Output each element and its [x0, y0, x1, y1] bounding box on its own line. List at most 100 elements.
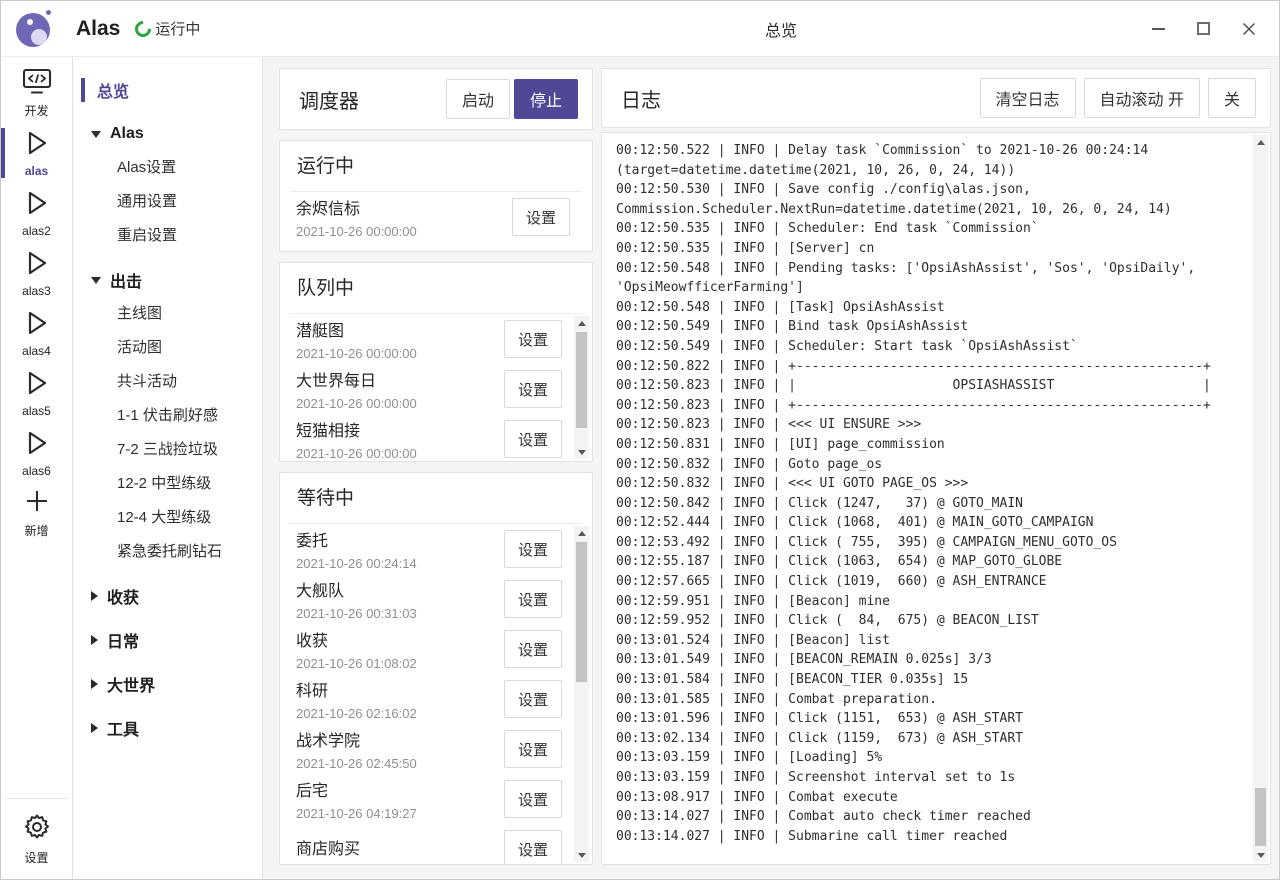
scheduler-stop-button[interactable]: 停止	[514, 79, 578, 119]
scrollbar-thumb[interactable]	[576, 332, 587, 428]
close-icon	[1242, 22, 1256, 36]
gear-icon	[22, 812, 52, 847]
menu-item-overview[interactable]: 总览	[73, 75, 262, 105]
scheduler-start-button[interactable]: 启动	[446, 79, 510, 119]
menu-section-header-0[interactable]: Alas	[73, 119, 262, 149]
task-setting-button[interactable]: 设置	[504, 370, 562, 408]
task-next-run-time: 2021-10-26 04:19:27	[296, 806, 417, 821]
minimize-button[interactable]	[1136, 1, 1181, 57]
log-line: 00:13:03.159 | INFO | Screenshot interva…	[616, 768, 1238, 788]
menu-item[interactable]: 通用设置	[73, 183, 262, 217]
menu-item[interactable]: 主线图	[73, 295, 262, 329]
task-next-run-time: 2021-10-26 00:00:00	[296, 446, 417, 461]
task-row: 后宅 2021-10-26 04:19:27 设置	[296, 774, 592, 824]
task-setting-button[interactable]: 设置	[504, 580, 562, 618]
autoscroll-off-button[interactable]: 关	[1208, 78, 1256, 118]
maximize-button[interactable]	[1181, 1, 1226, 57]
task-name: 潜艇图	[296, 317, 417, 341]
rail-item-label: alas3	[22, 284, 51, 298]
menu-item[interactable]: 共斗活动	[73, 363, 262, 397]
scrollbar-thumb[interactable]	[576, 542, 587, 682]
instance-rail-items: 开发 alasalas2 alas3 alas4alas5alas6新增	[1, 63, 72, 543]
clear-log-button[interactable]: 清空日志	[980, 78, 1076, 118]
task-row: 科研2021-10-26 02:16:02设置	[296, 674, 592, 724]
play-icon	[24, 309, 50, 342]
alas-logo	[15, 9, 55, 49]
menu-section-header-4[interactable]: 大世界	[73, 669, 262, 699]
autoscroll-on-button[interactable]: 自动滚动 开	[1084, 78, 1200, 118]
waiting-group-title: 等待中	[280, 483, 592, 517]
menu-item[interactable]: 活动图	[73, 329, 262, 363]
task-name: 后宅	[296, 777, 417, 801]
menu-sections: Alas Alas设置通用设置重启设置出击主线图活动图共斗活动1-1 伏击刷好感7…	[73, 119, 262, 743]
task-setting-button[interactable]: 设置	[512, 198, 570, 236]
log-line: 00:12:50.832 | INFO | Goto page_os	[616, 455, 1238, 475]
nav-rail-item-alas5[interactable]: alas5	[1, 363, 72, 423]
running-group-title: 运行中	[280, 151, 592, 185]
task-next-run-time: 2021-10-26 00:00:00	[296, 396, 417, 411]
running-task-list: 余烬信标2021-10-26 00:00:00设置	[296, 192, 592, 242]
task-next-run-time: 2021-10-26 00:24:14	[296, 556, 417, 571]
status-label: 运行中	[155, 18, 200, 39]
log-line: 00:12:50.522 | INFO | Delay task `Commis…	[616, 141, 1238, 161]
nav-rail-item-alas2[interactable]: alas2	[1, 183, 72, 243]
task-setting-button[interactable]: 设置	[504, 320, 562, 358]
menu-section-label: Alas	[110, 125, 144, 143]
log-line: 00:12:50.831 | INFO | [UI] page_commissi…	[616, 435, 1238, 455]
rail-item-label: 开发	[24, 102, 48, 119]
scheduler-status: 运行中	[135, 18, 200, 39]
pending-group-title: 队列中	[280, 273, 592, 307]
task-setting-button[interactable]: 设置	[504, 830, 562, 864]
page-title: 总览	[765, 17, 797, 41]
menu-item[interactable]: Alas设置	[73, 149, 262, 183]
log-line: 00:12:50.548 | INFO | Pending tasks: ['O…	[616, 259, 1238, 279]
menu-item[interactable]: 12-4 大型练级	[73, 499, 262, 533]
menu-section-header-1[interactable]: 出击	[73, 265, 262, 295]
menu-item[interactable]: 7-2 三战捡垃圾	[73, 431, 262, 465]
task-setting-button[interactable]: 设置	[504, 730, 562, 768]
task-setting-button[interactable]: 设置	[504, 630, 562, 668]
play-icon	[24, 249, 50, 282]
menu-section-header-2[interactable]: 收获	[73, 581, 262, 611]
task-setting-button[interactable]: 设置	[504, 530, 562, 568]
task-setting-button[interactable]: 设置	[504, 780, 562, 818]
log-scrollbar[interactable]	[1253, 135, 1268, 862]
log-line: Commission.Scheduler.NextRun=datetime.da…	[616, 200, 1238, 220]
task-name: 商店购买	[296, 835, 360, 859]
menu-item[interactable]: 12-2 中型练级	[73, 465, 262, 499]
nav-rail-item-alas4[interactable]: alas4	[1, 303, 72, 363]
menu-item[interactable]: 紧急委托刷钻石	[73, 533, 262, 567]
log-line: 00:13:01.524 | INFO | [Beacon] list	[616, 631, 1238, 651]
scroll-down-icon	[1257, 853, 1265, 858]
menu-section-header-5[interactable]: 工具	[73, 713, 262, 743]
window-controls	[1136, 1, 1279, 57]
log-line: 00:12:50.548 | INFO | [Task] OpsiAshAssi…	[616, 298, 1238, 318]
task-setting-button[interactable]: 设置	[504, 420, 562, 458]
close-button[interactable]	[1226, 1, 1271, 57]
nav-rail-item-alas[interactable]: alas	[1, 123, 72, 183]
menu-section-header-3[interactable]: 日常	[73, 625, 262, 655]
pending-scrollbar[interactable]	[574, 316, 589, 459]
task-next-run-time: 2021-10-26 01:08:02	[296, 656, 417, 671]
task-setting-button[interactable]: 设置	[504, 680, 562, 718]
log-line: 00:12:55.187 | INFO | Click (1063, 654) …	[616, 552, 1238, 572]
chevron-down-icon	[91, 277, 101, 284]
menu-item[interactable]: 1-1 伏击刷好感	[73, 397, 262, 431]
log-line: 00:12:50.832 | INFO | <<< UI GOTO PAGE_O…	[616, 474, 1238, 494]
nav-rail-item-alas3[interactable]: alas3	[1, 243, 72, 303]
nav-rail-item-dev[interactable]: 开发	[1, 63, 72, 123]
nav-rail-item-alas6[interactable]: alas6	[1, 423, 72, 483]
waiting-scrollbar[interactable]	[574, 526, 589, 862]
scroll-up-icon	[578, 321, 586, 326]
nav-rail-item-settings[interactable]: 设置	[1, 799, 72, 879]
log-line: 00:13:08.917 | INFO | Combat execute	[616, 788, 1238, 808]
menu-section-label: 日常	[107, 628, 139, 652]
scrollbar-thumb[interactable]	[1255, 788, 1266, 846]
log-line: 00:12:59.951 | INFO | [Beacon] mine	[616, 592, 1238, 612]
chevron-down-icon	[91, 131, 101, 138]
log-lines: 00:12:50.522 | INFO | Delay task `Commis…	[616, 141, 1238, 846]
task-next-run-time: 2021-10-26 02:45:50	[296, 756, 417, 771]
menu-item[interactable]: 重启设置	[73, 217, 262, 251]
nav-rail-item-add[interactable]: 新增	[1, 483, 72, 543]
task-row: 大舰队2021-10-26 00:31:03设置	[296, 574, 592, 624]
